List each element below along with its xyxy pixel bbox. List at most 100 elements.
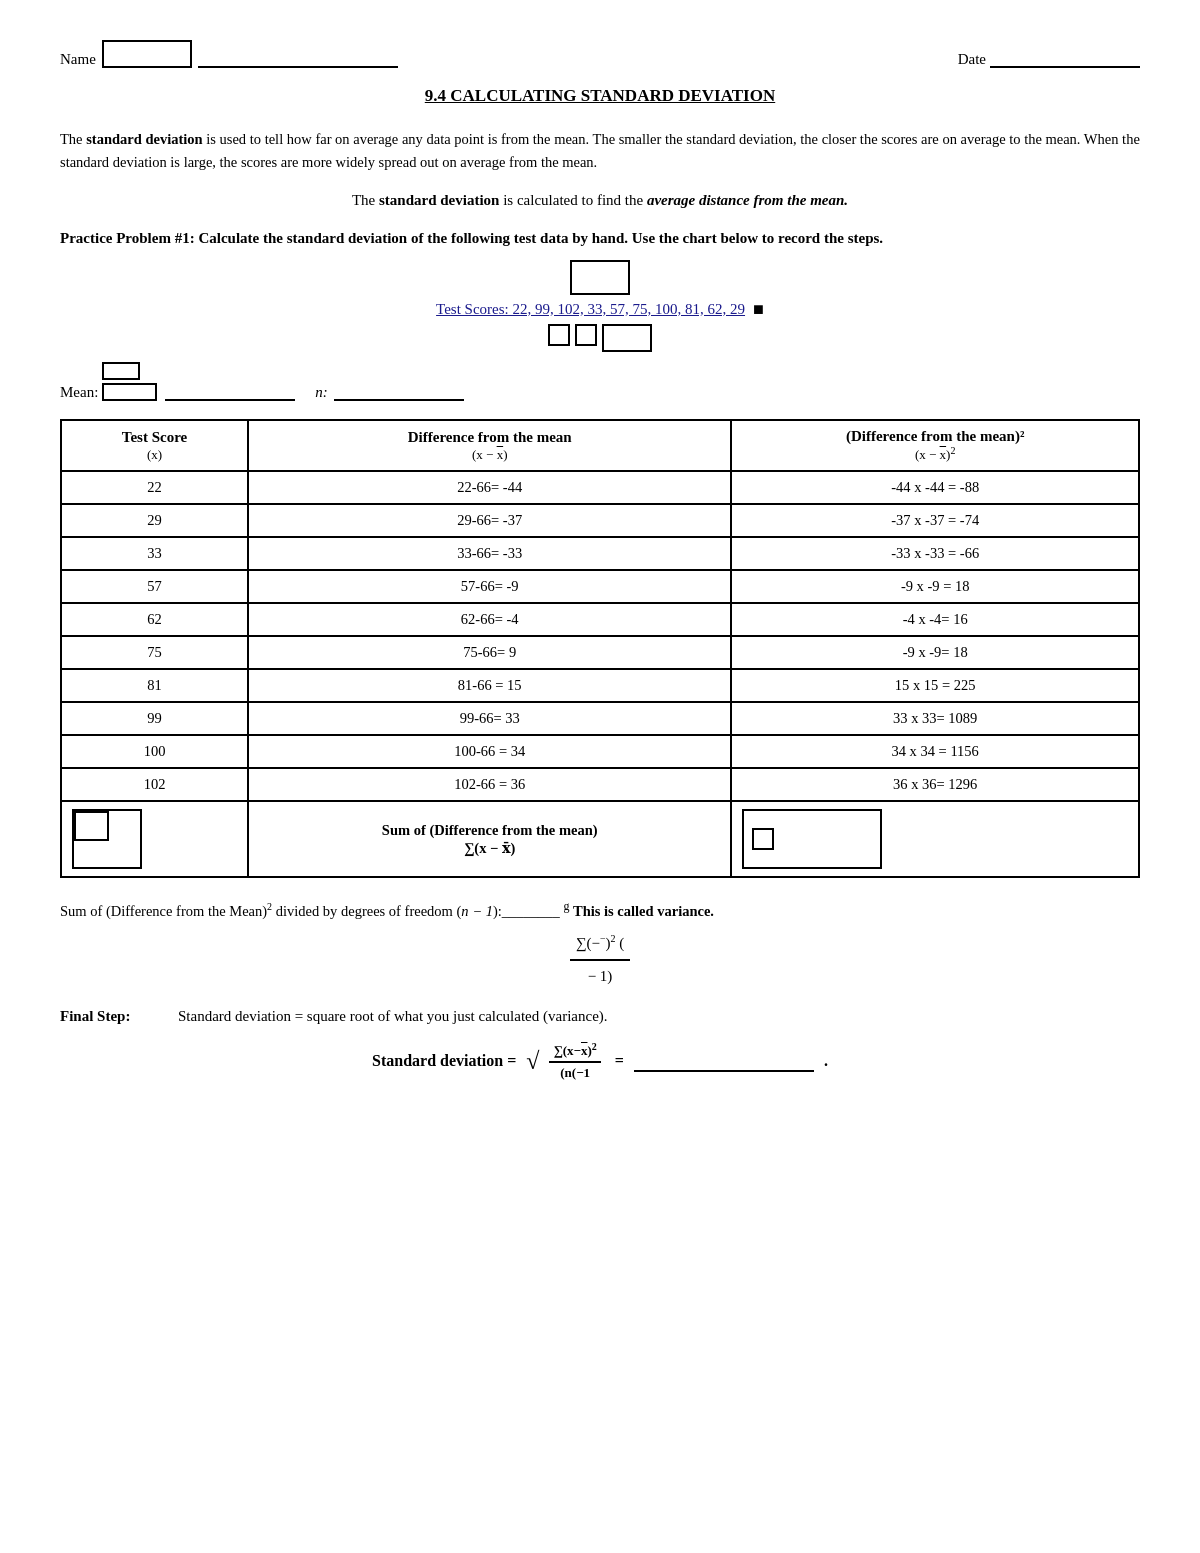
table-sum-row: Sum of (Difference from the mean) ∑(x − …	[61, 801, 1139, 877]
bottom-shapes	[72, 809, 237, 869]
answer-line	[634, 1050, 814, 1072]
name-box[interactable]	[102, 40, 192, 68]
mean-label: Mean:	[60, 384, 98, 401]
std-dev-formula: Standard deviation = √ ∑(x−x)2 (n(−1 = .	[60, 1041, 1140, 1081]
n-underline	[334, 381, 464, 401]
table-row: 102 102-66 = 36 36 x 36= 1296	[61, 768, 1139, 801]
std-fraction-den: (n(−1	[556, 1063, 594, 1081]
diff-cell: 33-66= -33	[248, 537, 731, 570]
sqrt-symbol: √	[526, 1049, 539, 1073]
diffsq-cell: -44 x -44 = -88	[731, 471, 1139, 504]
col1-header: Test Score (x)	[61, 420, 248, 471]
std-fraction: ∑(x−x)2 (n(−1	[549, 1041, 600, 1081]
variance-note: g	[563, 899, 569, 913]
intro-text: The standard deviation is used to tell h…	[60, 131, 1140, 170]
practice-text: Practice Problem #1: Calculate the stand…	[60, 230, 883, 246]
diffsq-cell: 33 x 33= 1089	[731, 702, 1139, 735]
table-row: 62 62-66= -4 -4 x -4= 16	[61, 603, 1139, 636]
br-inner-box	[752, 828, 774, 850]
col3-sub: (x − x)2	[915, 447, 956, 462]
variance-note-text: This is called variance.	[573, 903, 714, 919]
diffsq-cell: -9 x -9 = 18	[731, 570, 1139, 603]
table-row: 99 99-66= 33 33 x 33= 1089	[61, 702, 1139, 735]
diff-cell: 102-66 = 36	[248, 768, 731, 801]
bottom-left-cell	[61, 801, 248, 877]
variance-section: Sum of (Difference from the Mean)2 divid…	[60, 896, 1140, 990]
date-line	[990, 48, 1140, 68]
col1-sub: (x)	[147, 447, 162, 462]
small-box-3[interactable]	[602, 324, 652, 352]
final-step-row: Final Step: Standard deviation = square …	[60, 1008, 1140, 1025]
center-line: The standard deviation is calculated to …	[60, 192, 1140, 209]
score-cell: 100	[61, 735, 248, 768]
diffsq-cell: -4 x -4= 16	[731, 603, 1139, 636]
diff-cell: 99-66= 33	[248, 702, 731, 735]
table-row: 29 29-66= -37 -37 x -37 = -74	[61, 504, 1139, 537]
score-cell: 99	[61, 702, 248, 735]
table-header-row: Test Score (x) Difference from the mean …	[61, 420, 1139, 471]
mean-top-box[interactable]	[102, 362, 140, 380]
mean-underline	[165, 381, 295, 401]
diff-cell: 100-66 = 34	[248, 735, 731, 768]
name-field: Name	[60, 40, 398, 68]
score-cell: 75	[61, 636, 248, 669]
table-row: 22 22-66= -44 -44 x -44 = -88	[61, 471, 1139, 504]
final-step-text: Standard deviation = square root of what…	[178, 1008, 608, 1025]
table-row: 57 57-66= -9 -9 x -9 = 18	[61, 570, 1139, 603]
diffsq-cell: -33 x -33 = -66	[731, 537, 1139, 570]
score-cell: 62	[61, 603, 248, 636]
diff-cell: 22-66= -44	[248, 471, 731, 504]
diffsq-cell: 34 x 34 = 1156	[731, 735, 1139, 768]
small-box-2[interactable]	[575, 324, 597, 346]
score-cell: 29	[61, 504, 248, 537]
mean-box-pair	[102, 362, 157, 401]
scores-bullet: ■	[753, 299, 764, 320]
n-group: n:	[315, 381, 464, 401]
variance-num: ∑(−−)2 (	[570, 930, 631, 961]
diff-cell: 29-66= -37	[248, 504, 731, 537]
n-label: n:	[315, 384, 328, 401]
final-step-section: Final Step: Standard deviation = square …	[60, 1008, 1140, 1081]
std-formula-label: Standard deviation =	[372, 1052, 516, 1070]
b-inner-box	[74, 811, 109, 841]
col2-sub: (x − x)	[472, 447, 508, 462]
diff-cell: 62-66= -4	[248, 603, 731, 636]
small-box-1[interactable]	[548, 324, 570, 346]
scores-text: Test Scores: 22, 99, 102, 33, 57, 75, 10…	[436, 301, 745, 318]
equals-sign: =	[611, 1052, 624, 1070]
name-line	[198, 48, 398, 68]
practice-label: Practice Problem #1: Calculate the stand…	[60, 227, 1140, 250]
diffsq-cell: 15 x 15 = 225	[731, 669, 1139, 702]
variance-formula: ∑(−−)2 ( − 1)	[60, 930, 1140, 990]
score-cell: 81	[61, 669, 248, 702]
score-cell: 22	[61, 471, 248, 504]
table-row: 81 81-66 = 15 15 x 15 = 225	[61, 669, 1139, 702]
diff-cell: 75-66= 9	[248, 636, 731, 669]
intro-paragraph: The standard deviation is used to tell h…	[60, 128, 1140, 174]
mean-label-group: Mean:	[60, 362, 295, 401]
scores-top-box[interactable]	[570, 260, 630, 295]
variance-text: Sum of (Difference from the Mean)2 divid…	[60, 896, 1140, 924]
col2-header: Difference from the mean (x − x)	[248, 420, 731, 471]
small-boxes-row	[548, 324, 652, 352]
diffsq-cell: 36 x 36= 1296	[731, 768, 1139, 801]
page-title: 9.4 Calculating Standard Deviation	[60, 86, 1140, 106]
sum-col2-label: Sum of (Difference from the mean)	[382, 822, 598, 838]
diff-cell: 57-66= -9	[248, 570, 731, 603]
mean-n-row: Mean: n:	[60, 362, 1140, 401]
variance-den: − 1)	[582, 961, 619, 990]
score-cell: 102	[61, 768, 248, 801]
date-label: Date	[958, 51, 986, 68]
scores-line-row: Test Scores: 22, 99, 102, 33, 57, 75, 10…	[436, 299, 764, 320]
period: .	[824, 1052, 828, 1070]
std-fraction-num: ∑(x−x)2	[549, 1041, 600, 1063]
score-cell: 33	[61, 537, 248, 570]
final-step-label: Final Step:	[60, 1008, 160, 1025]
diffsq-cell: -9 x -9= 18	[731, 636, 1139, 669]
date-field: Date	[958, 48, 1140, 68]
table-row: 100 100-66 = 34 34 x 34 = 1156	[61, 735, 1139, 768]
mean-bottom-box[interactable]	[102, 383, 157, 401]
data-table: Test Score (x) Difference from the mean …	[60, 419, 1140, 878]
table-row: 33 33-66= -33 -33 x -33 = -66	[61, 537, 1139, 570]
col3-header: (Difference from the mean)² (x − x)2	[731, 420, 1139, 471]
